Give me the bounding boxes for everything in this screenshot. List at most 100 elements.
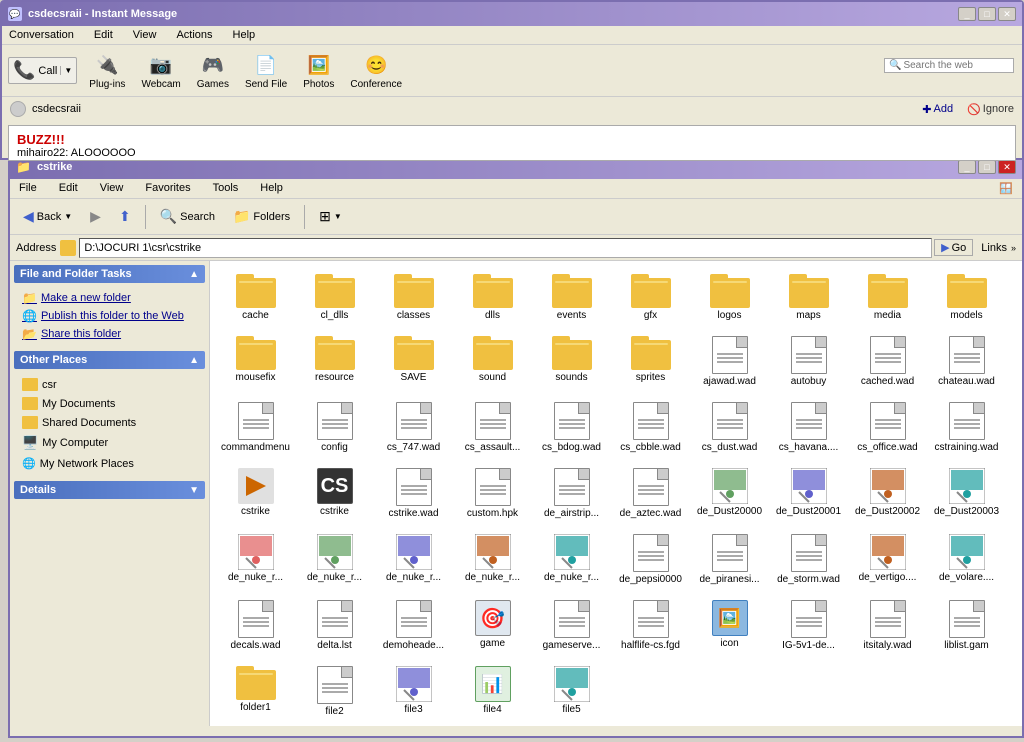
list-item[interactable]: cs_assault... [455, 397, 530, 459]
list-item[interactable]: de_piranesi... [692, 529, 767, 591]
im-menu-actions[interactable]: Actions [173, 28, 215, 42]
list-item[interactable]: chateau.wad [929, 331, 1004, 393]
make-new-folder-item[interactable]: 📁 Make a new folder [18, 289, 201, 307]
exp-menu-favorites[interactable]: Favorites [142, 181, 193, 196]
list-item[interactable]: de_nuke_r... [297, 529, 372, 591]
list-item[interactable]: cs_bdog.wad [534, 397, 609, 459]
back-dropdown-icon[interactable]: ▼ [64, 212, 72, 221]
ignore-button[interactable]: 🚫 Ignore [967, 103, 1014, 116]
call-button[interactable]: 📞 Call ▼ [8, 57, 77, 84]
list-item[interactable]: gfx [613, 269, 688, 327]
exp-minimize-button[interactable]: _ [958, 160, 976, 174]
list-item[interactable]: CS cstrike [297, 463, 372, 525]
exp-maximize-button[interactable]: □ [978, 160, 996, 174]
list-item[interactable]: cs_cbble.wad [613, 397, 688, 459]
list-item[interactable]: de_Dust20002 [850, 463, 925, 525]
photos-tool[interactable]: 🖼️ Photos [299, 49, 338, 92]
list-item[interactable]: logos [692, 269, 767, 327]
im-close-button[interactable]: ✕ [998, 7, 1016, 21]
views-button[interactable]: ⊞ ▼ [312, 205, 349, 228]
list-item[interactable]: sounds [534, 331, 609, 393]
list-item[interactable]: cs_dust.wad [692, 397, 767, 459]
list-item[interactable]: folder1 [218, 661, 293, 723]
list-item[interactable]: cs_747.wad [376, 397, 451, 459]
list-item[interactable]: classes [376, 269, 451, 327]
search-input[interactable] [903, 60, 1009, 71]
details-header[interactable]: Details ▼ [14, 481, 205, 499]
send-file-tool[interactable]: 📄 Send File [241, 49, 291, 92]
go-button[interactable]: ▶ Go [934, 239, 973, 256]
games-tool[interactable]: 🎮 Games [193, 49, 233, 92]
list-item[interactable]: de_nuke_r... [218, 529, 293, 591]
list-item[interactable]: resource [297, 331, 372, 393]
add-button[interactable]: ✚ Add [922, 103, 953, 116]
search-button[interactable]: 🔍 Search [153, 205, 222, 228]
list-item[interactable]: cs_havana.... [771, 397, 846, 459]
other-places-my-computer[interactable]: 🖥️ My Computer [18, 432, 201, 454]
list-item[interactable]: de_Dust20001 [771, 463, 846, 525]
list-item[interactable]: file5 [534, 661, 609, 723]
list-item[interactable]: config [297, 397, 372, 459]
list-item[interactable]: ajawad.wad [692, 331, 767, 393]
list-item[interactable]: cl_dlls [297, 269, 372, 327]
list-item[interactable]: media [850, 269, 925, 327]
list-item[interactable]: de_vertigo.... [850, 529, 925, 591]
views-dropdown-icon[interactable]: ▼ [334, 212, 342, 221]
list-item[interactable]: maps [771, 269, 846, 327]
webcam-tool[interactable]: 📷 Webcam [137, 49, 184, 92]
list-item[interactable]: cstrike.wad [376, 463, 451, 525]
file-folder-tasks-header[interactable]: File and Folder Tasks ▲ [14, 265, 205, 283]
list-item[interactable]: liblist.gam [929, 595, 1004, 657]
back-button[interactable]: ◀ Back ▼ [16, 205, 79, 228]
list-item[interactable]: de_nuke_r... [455, 529, 530, 591]
list-item[interactable]: dlls [455, 269, 530, 327]
list-item[interactable]: commandmenu [218, 397, 293, 459]
list-item[interactable]: delta.lst [297, 595, 372, 657]
exp-menu-tools[interactable]: Tools [210, 181, 242, 196]
list-item[interactable]: de_aztec.wad [613, 463, 688, 525]
list-item[interactable]: cache [218, 269, 293, 327]
list-item[interactable]: IG-5v1-de... [771, 595, 846, 657]
forward-button[interactable]: ▶ [83, 205, 108, 228]
list-item[interactable]: cached.wad [850, 331, 925, 393]
exp-menu-edit[interactable]: Edit [56, 181, 81, 196]
links-label[interactable]: Links [977, 241, 1011, 255]
other-places-csr[interactable]: csr [18, 375, 201, 394]
publish-folder-item[interactable]: 🌐 Publish this folder to the Web [18, 307, 201, 325]
list-item[interactable]: 📊 file4 [455, 661, 530, 723]
list-item[interactable]: 🎯 game [455, 595, 530, 657]
share-folder-item[interactable]: 📂 Share this folder [18, 325, 201, 343]
list-item[interactable]: itsitaly.wad [850, 595, 925, 657]
im-menu-view[interactable]: View [130, 28, 160, 42]
up-button[interactable]: ⬆ [112, 205, 138, 228]
list-item[interactable]: sprites [613, 331, 688, 393]
exp-close-button[interactable]: ✕ [998, 160, 1016, 174]
list-item[interactable]: de_airstrip... [534, 463, 609, 525]
list-item[interactable]: custom.hpk [455, 463, 530, 525]
list-item[interactable]: mousefix [218, 331, 293, 393]
list-item[interactable]: file3 [376, 661, 451, 723]
list-item[interactable]: demoheade... [376, 595, 451, 657]
im-menu-edit[interactable]: Edit [91, 28, 116, 42]
call-dropdown-arrow[interactable]: ▼ [60, 66, 72, 75]
list-item[interactable]: de_nuke_r... [534, 529, 609, 591]
list-item[interactable]: autobuy [771, 331, 846, 393]
list-item[interactable]: sound [455, 331, 530, 393]
other-places-my-documents[interactable]: My Documents [18, 394, 201, 413]
list-item[interactable]: cs_office.wad [850, 397, 925, 459]
list-item[interactable]: de_Dust20003 [929, 463, 1004, 525]
list-item[interactable]: events [534, 269, 609, 327]
list-item[interactable]: halflife-cs.fgd [613, 595, 688, 657]
other-places-shared-documents[interactable]: Shared Documents [18, 413, 201, 432]
list-item[interactable]: models [929, 269, 1004, 327]
plugins-tool[interactable]: 🔌 Plug-ins [85, 49, 129, 92]
im-minimize-button[interactable]: _ [958, 7, 976, 21]
im-maximize-button[interactable]: □ [978, 7, 996, 21]
list-item[interactable]: de_volare.... [929, 529, 1004, 591]
exp-menu-view[interactable]: View [97, 181, 127, 196]
list-item[interactable]: cstrike [218, 463, 293, 525]
conference-tool[interactable]: 😊 Conference [346, 49, 406, 92]
list-item[interactable]: gameserve... [534, 595, 609, 657]
list-item[interactable]: de_nuke_r... [376, 529, 451, 591]
list-item[interactable]: de_Dust20000 [692, 463, 767, 525]
